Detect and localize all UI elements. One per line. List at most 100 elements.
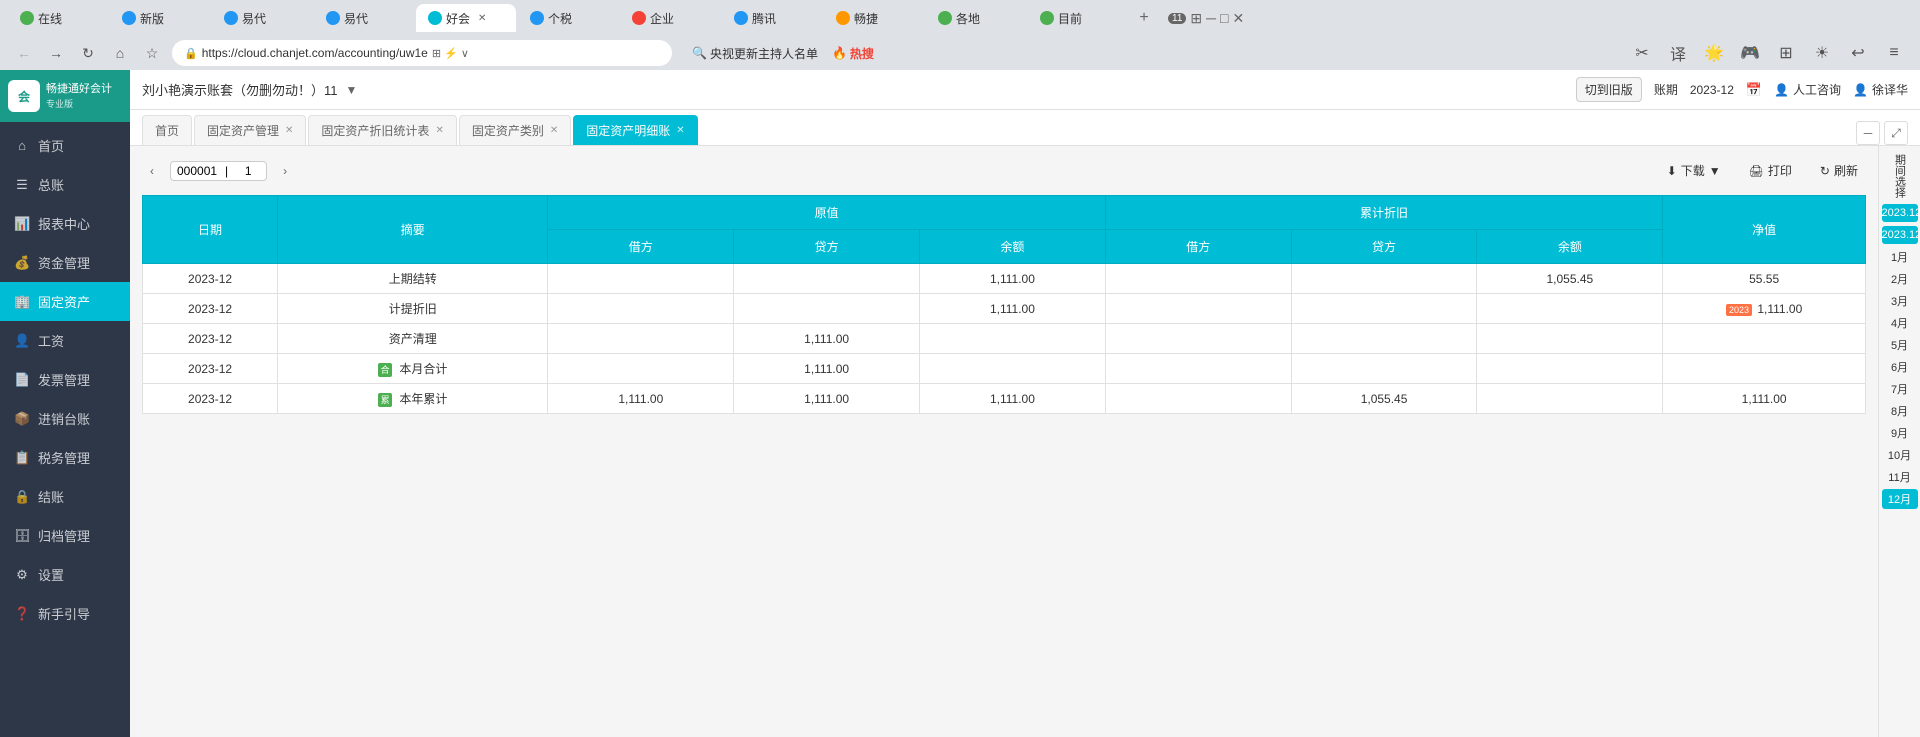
- sidebar-item-guide[interactable]: ❓ 新手引导: [0, 594, 130, 633]
- period-month-2[interactable]: 2月: [1882, 269, 1918, 289]
- sidebar-item-inventory[interactable]: 📦 进销台账: [0, 399, 130, 438]
- row5-net-value: 1,111.00: [1663, 384, 1866, 414]
- sidebar-item-closing[interactable]: 🔒 结账: [0, 477, 130, 516]
- browser-tab-2[interactable]: 新版: [110, 4, 210, 32]
- sidebar-item-invoice[interactable]: 📄 发票管理: [0, 360, 130, 399]
- tab-fixed-mgmt[interactable]: 固定资产管理 ✕: [194, 115, 306, 145]
- period-month-9[interactable]: 9月: [1882, 423, 1918, 443]
- sidebar-item-reports[interactable]: 📊 报表中心: [0, 204, 130, 243]
- period-year-2023-extra[interactable]: 2023.12: [1882, 226, 1918, 244]
- browser-tab-10[interactable]: 各地: [926, 4, 1026, 32]
- support-button[interactable]: 👤 人工咨询: [1774, 81, 1841, 98]
- browser-tab-11[interactable]: 目前: [1028, 4, 1128, 32]
- tab-asset-detail[interactable]: 固定资产明细账 ✕: [573, 115, 697, 145]
- browser-tab-8[interactable]: 腾讯: [722, 4, 822, 32]
- prev-page-button[interactable]: ‹: [142, 161, 162, 181]
- download-button[interactable]: ⬇ 下载 ▼: [1659, 158, 1729, 183]
- page-number: 000001: [177, 164, 217, 178]
- browser-tab-5[interactable]: 好会 ✕: [416, 4, 516, 32]
- refresh-button[interactable]: ↻ 刷新: [1812, 158, 1866, 183]
- sidebar-item-fixed-assets[interactable]: 🏢 固定资产: [0, 282, 130, 321]
- tab-minimize-button[interactable]: ─: [1856, 121, 1880, 145]
- page-index-input[interactable]: [236, 164, 260, 178]
- sidebar-item-home[interactable]: ⌂ 首页: [0, 126, 130, 165]
- tab-close-5[interactable]: ✕: [478, 13, 486, 24]
- browser-tab-4[interactable]: 易代: [314, 4, 414, 32]
- period-month-12[interactable]: 12月: [1882, 489, 1918, 509]
- sidebar-item-settings[interactable]: ⚙ 设置: [0, 555, 130, 594]
- sidebar-item-funds[interactable]: 💰 资金管理: [0, 243, 130, 282]
- tab-depreciation-close[interactable]: ✕: [435, 125, 443, 136]
- period-month-11[interactable]: 11月: [1882, 467, 1918, 487]
- download-icon: ⬇: [1667, 164, 1677, 178]
- sidebar-item-archive[interactable]: 🗄 归档管理: [0, 516, 130, 555]
- refresh-button[interactable]: ↻: [76, 41, 100, 65]
- browser-tab-1[interactable]: 在线: [8, 4, 108, 32]
- sidebar-item-tax-label: 税务管理: [38, 448, 90, 467]
- tab-fixed-mgmt-close[interactable]: ✕: [285, 125, 293, 136]
- scissors-icon[interactable]: ✂: [1628, 39, 1656, 67]
- period-month-8[interactable]: 8月: [1882, 401, 1918, 421]
- menu-icon[interactable]: ≡: [1880, 39, 1908, 67]
- tab-bar: 在线 新版 易代 易代 好会 ✕ 个税 企业: [0, 0, 1920, 36]
- period-month-5[interactable]: 5月: [1882, 335, 1918, 355]
- user-button[interactable]: 👤 徐译华: [1853, 81, 1908, 98]
- period-month-3[interactable]: 3月: [1882, 291, 1918, 311]
- sidebar-item-funds-label: 资金管理: [38, 253, 90, 272]
- tab-expand-button[interactable]: ⤢: [1884, 121, 1908, 145]
- search-news-button[interactable]: 🔍 央视更新主持人名单: [688, 43, 822, 64]
- sidebar-item-payroll-label: 工资: [38, 331, 64, 350]
- browser-tab-6[interactable]: 个税: [518, 4, 618, 32]
- row4-orig-credit: 1,111.00: [734, 354, 920, 384]
- tab-asset-category[interactable]: 固定资产类别 ✕: [459, 115, 571, 145]
- period-month-7[interactable]: 7月: [1882, 379, 1918, 399]
- period-month-1[interactable]: 1月: [1882, 247, 1918, 267]
- sidebar-item-payroll[interactable]: 👤 工资: [0, 321, 130, 360]
- next-page-button[interactable]: ›: [275, 161, 295, 181]
- period-month-6[interactable]: 6月: [1882, 357, 1918, 377]
- tab-detail-close[interactable]: ✕: [676, 125, 684, 136]
- bookmark-button[interactable]: ☆: [140, 41, 164, 65]
- wallet-icon[interactable]: 🌟: [1700, 39, 1728, 67]
- ledger-table: 日期 摘要 原值 累计折旧 净值 借方 贷方 余额 借方 贷方 余额: [142, 195, 1866, 414]
- sidebar-header: 会 畅捷通好会计 专业版: [0, 70, 130, 122]
- period-dropdown[interactable]: ▼: [346, 83, 358, 97]
- browser-tab-3[interactable]: 易代: [212, 4, 312, 32]
- period-month-4[interactable]: 4月: [1882, 313, 1918, 333]
- tab-depreciation-table[interactable]: 固定资产折旧统计表 ✕: [308, 115, 456, 145]
- forward-button[interactable]: →: [44, 41, 68, 65]
- sidebar-item-guide-label: 新手引导: [38, 604, 90, 623]
- maximize-icon[interactable]: □: [1220, 10, 1228, 26]
- period-year-active[interactable]: 2023.12: [1882, 204, 1918, 222]
- print-button[interactable]: 🖨 打印: [1741, 158, 1800, 183]
- tab-icon-11: [1040, 11, 1054, 25]
- tab-label-2: 新版: [140, 10, 164, 27]
- hot-search-button[interactable]: 🔥 热搜: [828, 43, 878, 64]
- home-button[interactable]: ⌂: [108, 41, 132, 65]
- back-button[interactable]: ←: [12, 41, 36, 65]
- switch-version-button[interactable]: 切到旧版: [1576, 77, 1642, 102]
- grid-icon[interactable]: ⊞: [1772, 39, 1800, 67]
- browser-tab-9[interactable]: 畅捷: [824, 4, 924, 32]
- tab-list-icon[interactable]: ⊞: [1190, 10, 1202, 27]
- browser-tab-7[interactable]: 企业: [620, 4, 720, 32]
- tab-home[interactable]: 首页: [142, 115, 192, 145]
- theme-icon[interactable]: ☀: [1808, 39, 1836, 67]
- sidebar-item-tax[interactable]: 📋 税务管理: [0, 438, 130, 477]
- calendar-icon[interactable]: 📅: [1746, 82, 1762, 98]
- game-icon[interactable]: 🎮: [1736, 39, 1764, 67]
- row2-orig-debit: [548, 294, 734, 324]
- undo-icon[interactable]: ↩: [1844, 39, 1872, 67]
- sidebar-item-ledger[interactable]: ☰ 总账: [0, 165, 130, 204]
- tab-category-close[interactable]: ✕: [550, 125, 558, 136]
- minimize-icon[interactable]: ─: [1206, 10, 1216, 26]
- search-text: 央视更新主持人名单: [710, 45, 818, 62]
- period-month-10[interactable]: 10月: [1882, 445, 1918, 465]
- tab-label-6: 个税: [548, 10, 572, 27]
- address-input[interactable]: 🔒 https://cloud.chanjet.com/accounting/u…: [172, 40, 672, 66]
- close-icon[interactable]: ✕: [1233, 10, 1245, 27]
- toolbar-row: ‹ 000001 | › ⬇ 下载 ▼ 🖨: [142, 158, 1866, 183]
- tab-label-8: 腾讯: [752, 10, 776, 27]
- translate-icon[interactable]: 译: [1664, 39, 1692, 67]
- tab-add-button[interactable]: +: [1130, 4, 1158, 32]
